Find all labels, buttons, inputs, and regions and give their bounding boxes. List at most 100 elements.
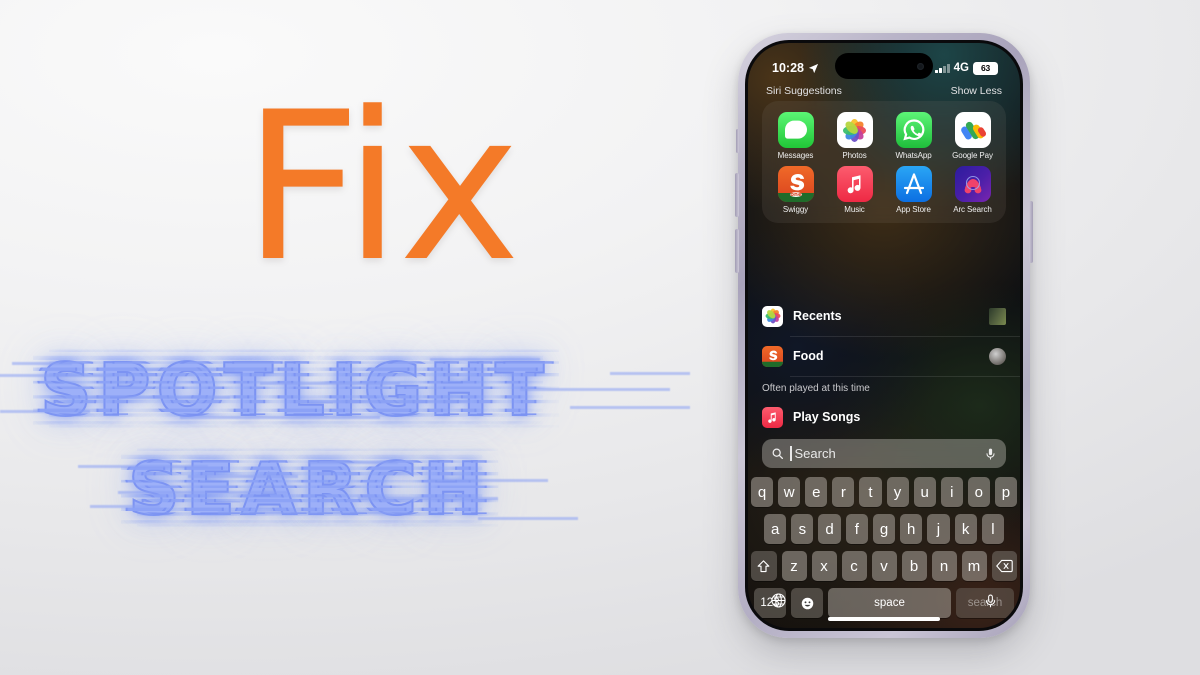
app-tile-google-pay[interactable]: Google Pay xyxy=(943,109,1002,163)
app-tile-whatsapp[interactable]: WhatsApp xyxy=(884,109,943,163)
glitch-text-search: SEARCH xyxy=(78,446,578,532)
app-store-app-icon xyxy=(895,166,932,202)
messages-app-icon xyxy=(777,112,814,148)
app-tile-swiggy[interactable]: one Swiggy xyxy=(766,163,825,217)
key-j[interactable]: j xyxy=(927,514,950,544)
key-s[interactable]: s xyxy=(791,514,814,544)
section-header-often-played: Often played at this time xyxy=(762,383,870,394)
music-app-icon xyxy=(836,166,873,202)
shift-icon xyxy=(757,559,770,572)
key-a[interactable]: a xyxy=(764,514,787,544)
siri-suggestions-header: Siri Suggestions Show Less xyxy=(748,85,1020,97)
music-app-icon xyxy=(762,406,783,428)
whatsapp-app-icon xyxy=(895,112,932,148)
app-tile-music[interactable]: Music xyxy=(825,163,884,217)
key-k[interactable]: k xyxy=(954,514,977,544)
iphone-device-mockup: 10:28 4G 63 Siri Suggestions Show Less M… xyxy=(735,33,1033,638)
key-e[interactable]: e xyxy=(805,477,828,507)
app-tile-photos[interactable]: Photos xyxy=(825,109,884,163)
siri-suggestions-grid: Messages Photos WhatsApp Google Pay one … xyxy=(762,101,1006,223)
title-area: Fix SPOTLIGHT SEARCH xyxy=(0,0,730,675)
key-h[interactable]: h xyxy=(900,514,923,544)
glitch-text-search-label: SEARCH xyxy=(127,446,489,532)
google-pay-app-icon xyxy=(954,112,991,148)
front-camera-icon xyxy=(917,62,924,70)
signal-bars-icon xyxy=(935,63,950,73)
key-x[interactable]: x xyxy=(811,551,837,581)
key-g[interactable]: g xyxy=(872,514,896,544)
network-type: 4G xyxy=(953,62,969,74)
dynamic-island xyxy=(835,53,933,79)
backspace-icon xyxy=(995,559,1013,573)
list-item-label: Play Songs xyxy=(793,410,861,424)
key-b[interactable]: b xyxy=(901,551,927,581)
app-label: Messages xyxy=(777,151,814,160)
app-label: Arc Search xyxy=(953,205,992,214)
app-row-2: one Swiggy Music App Store Arc Search xyxy=(766,163,1002,217)
phone-screen: 10:28 4G 63 Siri Suggestions Show Less M… xyxy=(748,43,1020,628)
globe-icon[interactable] xyxy=(770,592,787,609)
list-item-food[interactable]: Food xyxy=(748,336,1020,376)
app-tile-messages[interactable]: Messages xyxy=(766,109,825,163)
home-indicator[interactable] xyxy=(828,617,940,621)
key-t[interactable]: t xyxy=(859,477,882,507)
glitch-text-spotlight-label: SPOTLIGHT xyxy=(39,347,550,433)
svg-text:one: one xyxy=(790,192,802,198)
keyboard-row-2: a s d f g h j k l xyxy=(751,514,1017,544)
key-v[interactable]: v xyxy=(871,551,897,581)
list-item-play-songs[interactable]: Play Songs xyxy=(748,397,1020,437)
keyboard-row-1: q w e r t y u i o p xyxy=(751,477,1017,507)
app-row-1: Messages Photos WhatsApp Google Pay xyxy=(766,109,1002,163)
volume-down-button[interactable] xyxy=(735,229,739,273)
microphone-icon[interactable] xyxy=(984,446,997,462)
list-thumbnail[interactable] xyxy=(989,307,1006,325)
key-r[interactable]: r xyxy=(832,477,855,507)
volume-up-button[interactable] xyxy=(735,173,739,217)
circle-thumbnail[interactable] xyxy=(989,347,1006,365)
key-z[interactable]: z xyxy=(781,551,807,581)
location-arrow-icon xyxy=(808,63,819,73)
glitch-text-spotlight: SPOTLIGHT xyxy=(0,347,690,433)
photos-app-icon xyxy=(836,112,873,148)
suggestion-list: Recents Food Often played at this time P… xyxy=(748,296,1020,437)
key-u[interactable]: u xyxy=(913,477,936,507)
search-input[interactable]: Search xyxy=(762,439,1006,468)
list-item-label: Food xyxy=(793,349,824,363)
status-time: 10:28 xyxy=(772,61,804,75)
list-item-recents[interactable]: Recents xyxy=(748,296,1020,336)
key-d[interactable]: d xyxy=(818,514,841,544)
divider xyxy=(790,375,1020,376)
show-less-button[interactable]: Show Less xyxy=(951,85,1002,97)
key-i[interactable]: i xyxy=(940,477,963,507)
key-p[interactable]: p xyxy=(994,477,1017,507)
key-o[interactable]: o xyxy=(967,477,990,507)
app-label: Photos xyxy=(842,151,867,160)
app-label: Swiggy xyxy=(782,205,809,214)
text-cursor xyxy=(790,446,792,461)
key-c[interactable]: c xyxy=(841,551,867,581)
swiggy-app-icon xyxy=(762,345,783,367)
search-placeholder: Search xyxy=(794,446,836,461)
key-y[interactable]: y xyxy=(886,477,909,507)
photos-app-icon xyxy=(762,305,783,327)
key-w[interactable]: w xyxy=(778,477,801,507)
battery-indicator: 63 xyxy=(973,61,998,75)
app-tile-app-store[interactable]: App Store xyxy=(884,163,943,217)
key-n[interactable]: n xyxy=(931,551,957,581)
app-tile-arc-search[interactable]: Arc Search xyxy=(943,163,1002,217)
app-label: Music xyxy=(844,205,865,214)
keyboard-row-3: z x c v b n m xyxy=(751,551,1017,581)
arc-search-app-icon xyxy=(954,166,991,202)
list-item-label: Recents xyxy=(793,309,842,323)
backspace-key[interactable] xyxy=(991,551,1017,581)
power-button[interactable] xyxy=(1029,201,1033,263)
mute-switch[interactable] xyxy=(736,129,739,153)
magnifier-icon xyxy=(772,448,783,459)
key-q[interactable]: q xyxy=(751,477,774,507)
shift-key[interactable] xyxy=(751,551,777,581)
key-l[interactable]: l xyxy=(981,514,1004,544)
key-m[interactable]: m xyxy=(961,551,987,581)
key-f[interactable]: f xyxy=(845,514,868,544)
dictation-microphone-icon[interactable] xyxy=(983,592,998,610)
swiggy-app-icon: one xyxy=(777,166,814,202)
